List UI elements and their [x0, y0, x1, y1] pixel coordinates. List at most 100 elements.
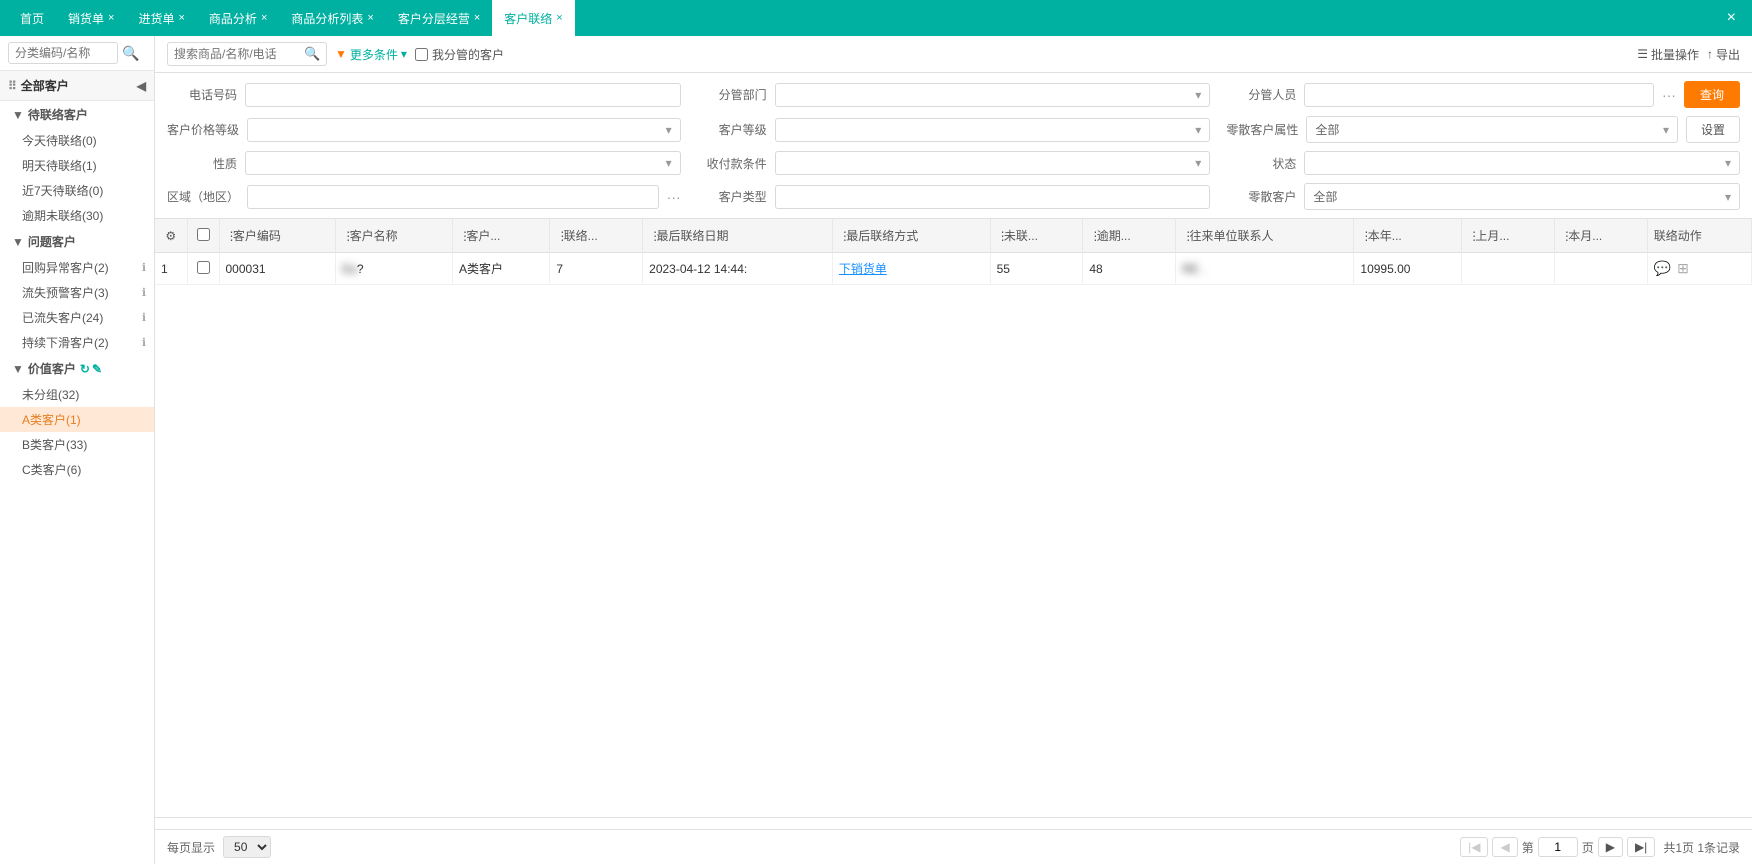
- payment-terms-select[interactable]: ▾: [775, 151, 1211, 175]
- resize-handle-7[interactable]: ⋮: [997, 229, 1001, 243]
- close-sales-order[interactable]: ×: [108, 12, 114, 24]
- close-purchase-order[interactable]: ×: [178, 12, 184, 24]
- nature-select[interactable]: ▾: [245, 151, 681, 175]
- nature-chevron-icon: ▾: [666, 156, 672, 170]
- export-icon: ↑: [1707, 47, 1713, 61]
- more-conditions-button[interactable]: ▼ 更多条件 ▾: [335, 46, 407, 63]
- nav-customer-contact[interactable]: 客户联络 ×: [492, 0, 574, 36]
- resize-handle-4[interactable]: ⋮: [556, 229, 560, 243]
- th-contact-count: ⋮ 联络...: [550, 219, 643, 253]
- nav-product-analysis-list[interactable]: 商品分析列表 ×: [279, 0, 385, 36]
- td-checkbox[interactable]: [187, 253, 219, 285]
- customer-type-input[interactable]: [775, 185, 1211, 209]
- select-all-checkbox[interactable]: [197, 228, 210, 241]
- resize-handle-8[interactable]: ⋮: [1089, 229, 1093, 243]
- qr-icon[interactable]: ⊞: [1677, 260, 1689, 277]
- sidebar-item-churned[interactable]: 已流失客户(24) ℹ: [0, 305, 154, 330]
- my-customers-checkbox[interactable]: 我分管的客户: [415, 46, 504, 63]
- resize-handle-6[interactable]: ⋮: [839, 229, 843, 243]
- customer-table: ⚙ ⋮ 客户编码 ⋮ 客户名称 ⋮ 客户... ⋮ 联络... ⋮ 最后联络日期…: [155, 219, 1752, 285]
- sidebar-search-input[interactable]: [8, 42, 118, 64]
- query-button[interactable]: 查询: [1684, 81, 1740, 108]
- resize-handle-10[interactable]: ⋮: [1360, 229, 1364, 243]
- settings-button[interactable]: 设置: [1686, 116, 1740, 143]
- prev-page-button[interactable]: ◀: [1492, 837, 1517, 857]
- sidebar-item-c-class[interactable]: C类客户(6): [0, 457, 154, 482]
- resize-handle-12[interactable]: ⋮: [1561, 229, 1565, 243]
- price-level-select[interactable]: ▾: [247, 118, 681, 142]
- region-dots-icon[interactable]: ···: [667, 189, 681, 205]
- th-level: ⋮ 客户...: [452, 219, 549, 253]
- page-number-input[interactable]: [1538, 837, 1578, 857]
- info-icon-4: ℹ: [142, 336, 146, 349]
- page-size-select[interactable]: 50: [223, 836, 271, 858]
- filter-search-icon[interactable]: 🔍: [304, 46, 320, 62]
- resize-handle-3[interactable]: ⋮: [459, 229, 463, 243]
- dept-select[interactable]: ▾: [775, 83, 1211, 107]
- scatter-attr-select[interactable]: 全部▾: [1306, 116, 1678, 143]
- sidebar-item-a-class[interactable]: A类客户(1): [0, 407, 154, 432]
- td-contact-count: 7: [550, 253, 643, 285]
- close-product-analysis-list[interactable]: ×: [367, 12, 373, 24]
- sidebar-item-today-contact[interactable]: 今天待联络(0): [0, 128, 154, 153]
- filter-region: 区域（地区） ···: [167, 185, 681, 209]
- scatter-customer-label: 零散客户: [1226, 188, 1296, 205]
- filter-search-input[interactable]: [174, 47, 304, 61]
- last-contact-method-link[interactable]: 下销货单: [839, 262, 887, 276]
- first-page-button[interactable]: |◀: [1460, 837, 1488, 857]
- total-records-label: 共1页 1条记录: [1663, 839, 1740, 856]
- sidebar-item-ungrouped[interactable]: 未分组(32): [0, 382, 154, 407]
- manager-input[interactable]: [1304, 83, 1654, 107]
- sidebar-search-icon[interactable]: 🔍: [122, 45, 139, 62]
- gear-icon[interactable]: ⚙: [165, 229, 176, 243]
- row-checkbox[interactable]: [197, 261, 210, 274]
- sidebar-item-7days-contact[interactable]: 近7天待联络(0): [0, 178, 154, 203]
- group-problem-customers[interactable]: ▼ 问题客户: [0, 228, 154, 255]
- td-last-contact-method[interactable]: 下销货单: [832, 253, 990, 285]
- close-product-analysis[interactable]: ×: [261, 12, 267, 24]
- th-gear[interactable]: ⚙: [155, 219, 187, 253]
- nav-sales-order[interactable]: 销货单 ×: [56, 0, 126, 36]
- phone-input[interactable]: [245, 83, 681, 107]
- all-customers-header[interactable]: ⠿ 全部客户 ◀: [0, 71, 154, 101]
- resize-handle-2[interactable]: ⋮: [342, 229, 346, 243]
- scatter-customer-select[interactable]: 全部▾: [1304, 183, 1740, 210]
- sidebar-item-churn-warning[interactable]: 流失预警客户(3) ℹ: [0, 280, 154, 305]
- filter-nature: 性质 ▾: [167, 151, 681, 175]
- status-select[interactable]: ▾: [1304, 151, 1740, 175]
- resize-handle-11[interactable]: ⋮: [1468, 229, 1472, 243]
- export-button[interactable]: ↑ 导出: [1707, 46, 1740, 63]
- next-page-button[interactable]: ▶: [1598, 837, 1623, 857]
- close-customer-contact[interactable]: ×: [556, 12, 562, 24]
- edit-icon[interactable]: ✎: [92, 362, 102, 376]
- group-pending-contact[interactable]: ▼ 待联络客户: [0, 101, 154, 128]
- region-input[interactable]: [247, 185, 659, 209]
- resize-handle[interactable]: ⋮: [226, 229, 230, 243]
- resize-handle-9[interactable]: ⋮: [1182, 229, 1186, 243]
- sidebar-item-abnormal-repurchase[interactable]: 回购异常客户(2) ℹ: [0, 255, 154, 280]
- manager-dots-icon[interactable]: ···: [1662, 87, 1676, 103]
- resize-handle-5[interactable]: ⋮: [649, 229, 653, 243]
- close-customer-segmentation[interactable]: ×: [474, 12, 480, 24]
- sidebar-item-overdue-contact[interactable]: 逾期未联络(30): [0, 203, 154, 228]
- nav-customer-segmentation[interactable]: 客户分层经营 ×: [386, 0, 492, 36]
- nav-purchase-order[interactable]: 进货单 ×: [126, 0, 196, 36]
- nav-product-analysis[interactable]: 商品分析 ×: [197, 0, 279, 36]
- action-icons-group: 💬 ⊞: [1654, 260, 1745, 277]
- last-page-button[interactable]: ▶|: [1627, 837, 1655, 857]
- sidebar-item-tomorrow-contact[interactable]: 明天待联络(1): [0, 153, 154, 178]
- nav-home[interactable]: 首页: [8, 0, 56, 36]
- horizontal-scrollbar[interactable]: [155, 817, 1752, 829]
- customer-level-select[interactable]: ▾: [775, 118, 1211, 142]
- batch-operation-button[interactable]: ☰ 批量操作: [1637, 46, 1699, 63]
- sidebar-item-declining[interactable]: 持续下滑客户(2) ℹ: [0, 330, 154, 355]
- close-window-button[interactable]: ×: [1719, 9, 1744, 27]
- group-value-customers[interactable]: ▼ 价值客户 ↻ ✎: [0, 355, 154, 382]
- sidebar-item-b-class[interactable]: B类客户(33): [0, 432, 154, 457]
- message-icon[interactable]: 💬: [1654, 260, 1671, 277]
- refresh-icon[interactable]: ↻: [80, 362, 90, 376]
- filter-search-box[interactable]: 🔍: [167, 42, 327, 66]
- collapse-sidebar-icon[interactable]: ◀: [137, 79, 146, 93]
- my-customers-check[interactable]: [415, 48, 428, 61]
- th-checkbox[interactable]: [187, 219, 219, 253]
